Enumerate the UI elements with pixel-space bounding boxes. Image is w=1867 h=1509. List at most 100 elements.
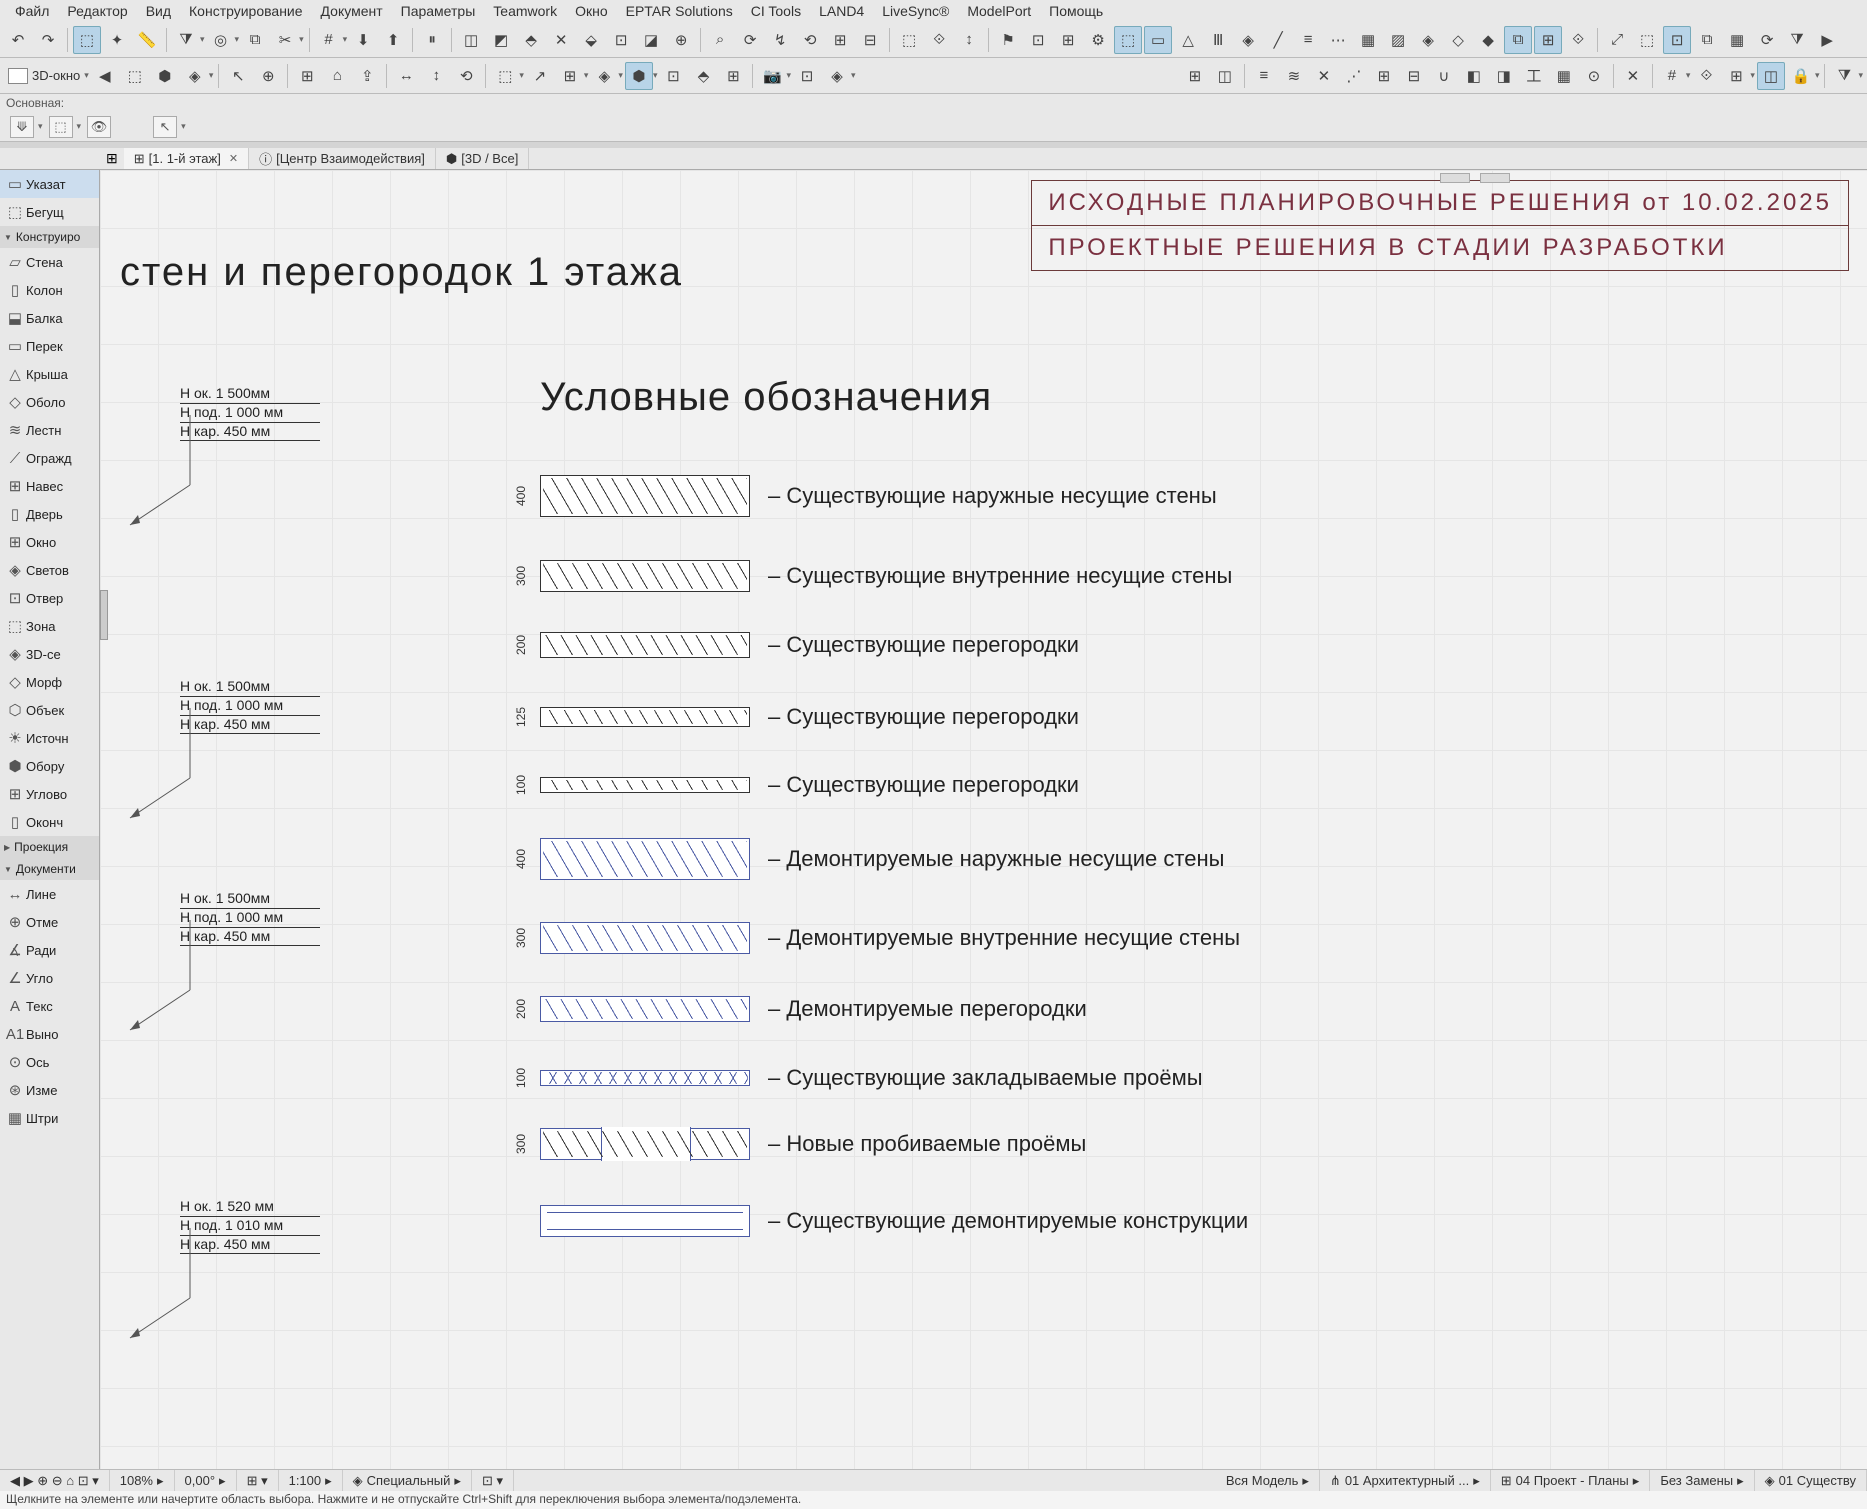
- tool-item-Отвер[interactable]: ⊡Отвер: [0, 584, 99, 612]
- right-p[interactable]: #: [1658, 62, 1686, 90]
- nav-section[interactable]: ◈: [181, 62, 209, 90]
- right-f[interactable]: ⋰: [1340, 62, 1368, 90]
- edit-n[interactable]: ⊡: [659, 62, 687, 90]
- menu-teamwork[interactable]: Teamwork: [484, 3, 566, 19]
- menu-livesync®[interactable]: LiveSync®: [873, 3, 958, 19]
- edit-g[interactable]: ↕: [422, 62, 450, 90]
- tool-an[interactable]: ⧉: [1693, 26, 1721, 54]
- tool-item-Окно[interactable]: ⊞Окно: [0, 528, 99, 556]
- tool-o[interactable]: ⬚: [895, 26, 923, 54]
- edit-p[interactable]: ⊞: [719, 62, 747, 90]
- tool-g[interactable]: ◪: [637, 26, 665, 54]
- undo-button[interactable]: ↶: [4, 26, 32, 54]
- tool-m[interactable]: ⊞: [826, 26, 854, 54]
- tool-group-Конструиро[interactable]: Конструиро: [0, 226, 99, 248]
- tool-w[interactable]: △: [1174, 26, 1202, 54]
- tool-ad[interactable]: ▨: [1384, 26, 1412, 54]
- tool-e[interactable]: ⬙: [577, 26, 605, 54]
- edit-k[interactable]: ⊞: [556, 62, 584, 90]
- right-t[interactable]: 🔒: [1787, 62, 1815, 90]
- right-r[interactable]: ⊞: [1722, 62, 1750, 90]
- tool-ar[interactable]: ▶: [1813, 26, 1841, 54]
- camera-icon[interactable]: 📷: [758, 62, 786, 90]
- nav-prev[interactable]: ◀: [91, 62, 119, 90]
- edit-d[interactable]: ⌂: [323, 62, 351, 90]
- tool-ac[interactable]: ▦: [1354, 26, 1382, 54]
- edit-m[interactable]: ⬢: [625, 62, 653, 90]
- menu-конструирование[interactable]: Конструирование: [180, 3, 312, 19]
- tool-ao[interactable]: ▦: [1723, 26, 1751, 54]
- tool-u[interactable]: ⬚: [1114, 26, 1142, 54]
- tab-1[interactable]: ⓘ[Центр Взаимодействия]: [249, 148, 436, 169]
- tool-j[interactable]: ⟳: [736, 26, 764, 54]
- sec-c[interactable]: 👁: [87, 116, 111, 138]
- tool-s[interactable]: ⊞: [1054, 26, 1082, 54]
- tool-item-Отме[interactable]: ⊕Отме: [0, 908, 99, 936]
- tool-item-3D-се[interactable]: ◈3D-се: [0, 640, 99, 668]
- tool-item-Изме[interactable]: ⊛Изме: [0, 1076, 99, 1104]
- right-q[interactable]: ⟐: [1692, 62, 1720, 90]
- edit-c[interactable]: ⊞: [293, 62, 321, 90]
- tool-f[interactable]: ⊡: [607, 26, 635, 54]
- menu-вид[interactable]: Вид: [137, 3, 180, 19]
- tab-close-icon[interactable]: ✕: [229, 152, 238, 165]
- tool-x[interactable]: Ⅲ: [1204, 26, 1232, 54]
- tool-z[interactable]: ╱: [1264, 26, 1292, 54]
- right-a[interactable]: ⊞: [1181, 62, 1209, 90]
- tool-ah[interactable]: ⧉: [1504, 26, 1532, 54]
- tool-item-Обору[interactable]: ⬢Обору: [0, 752, 99, 780]
- render-a[interactable]: ⊡: [793, 62, 821, 90]
- status-partial[interactable]: ⊡ ▾: [472, 1470, 514, 1491]
- status-layers[interactable]: ◈ Специальный ▸: [343, 1470, 472, 1491]
- tool-v[interactable]: ▭: [1144, 26, 1172, 54]
- tool-item-Колон[interactable]: ▯Колон: [0, 276, 99, 304]
- tool-item-Морф[interactable]: ◇Морф: [0, 668, 99, 696]
- tool-b[interactable]: ◩: [487, 26, 515, 54]
- edit-f[interactable]: ↔: [392, 62, 420, 90]
- tool-aj[interactable]: ⟐: [1564, 26, 1592, 54]
- tool-item-Оболо[interactable]: ◇Оболо: [0, 388, 99, 416]
- tool-aa[interactable]: ≡: [1294, 26, 1322, 54]
- tool-group-Документи[interactable]: Документи: [0, 858, 99, 880]
- tool-i[interactable]: ⌕: [706, 26, 734, 54]
- tool-suspend[interactable]: ⏸: [418, 26, 446, 54]
- menu-параметры[interactable]: Параметры: [392, 3, 485, 19]
- tool-gravity[interactable]: ⬇: [349, 26, 377, 54]
- tool-item-Бегущ[interactable]: ⬚Бегущ: [0, 198, 99, 226]
- tool-item-Навес[interactable]: ⊞Навес: [0, 472, 99, 500]
- tool-item-Лине[interactable]: ↔Лине: [0, 880, 99, 908]
- tool-ap[interactable]: ⟳: [1753, 26, 1781, 54]
- edit-e[interactable]: ⇪: [353, 62, 381, 90]
- edit-l[interactable]: ◈: [590, 62, 618, 90]
- right-s[interactable]: ◫: [1757, 62, 1785, 90]
- tool-item-Угло[interactable]: ∠Угло: [0, 964, 99, 992]
- view-mode-selector[interactable]: 3D-окно: [4, 68, 84, 84]
- tool-generic[interactable]: ⬚: [73, 26, 101, 54]
- menu-помощь[interactable]: Помощь: [1040, 3, 1112, 19]
- status-nav[interactable]: ◀ ▶ ⊕ ⊖ ⌂ ⊡ ▾: [0, 1470, 110, 1491]
- tab-0[interactable]: ⊞[1. 1-й этаж]✕: [124, 148, 249, 169]
- right-j[interactable]: ◧: [1460, 62, 1488, 90]
- status-v3[interactable]: ◈ 01 Существу: [1755, 1470, 1867, 1491]
- sec-a[interactable]: ⟱: [10, 116, 34, 138]
- right-i[interactable]: ∪: [1430, 62, 1458, 90]
- tool-item-Оконч[interactable]: ▯Оконч: [0, 808, 99, 836]
- menu-документ[interactable]: Документ: [312, 3, 392, 19]
- status-replace[interactable]: Без Замены ▸: [1650, 1470, 1754, 1491]
- right-c[interactable]: ≡: [1250, 62, 1278, 90]
- tool-item-Источн[interactable]: ☀Источн: [0, 724, 99, 752]
- tool-a[interactable]: ◫: [457, 26, 485, 54]
- tool-item-Крыша[interactable]: △Крыша: [0, 360, 99, 388]
- tool-item-Дверь[interactable]: ▯Дверь: [0, 500, 99, 528]
- right-l[interactable]: 工: [1520, 62, 1548, 90]
- status-v1[interactable]: ⋔ 01 Архитектурный ... ▸: [1320, 1470, 1491, 1491]
- tool-ae[interactable]: ◈: [1414, 26, 1442, 54]
- tool-item-Лестн[interactable]: ≋Лестн: [0, 416, 99, 444]
- tool-item-Огражд[interactable]: ⟋Огражд: [0, 444, 99, 472]
- tool-item-Текс[interactable]: AТекс: [0, 992, 99, 1020]
- edit-a[interactable]: ↖: [224, 62, 252, 90]
- tool-item-Светов[interactable]: ◈Светов: [0, 556, 99, 584]
- tool-guides[interactable]: ⧩: [172, 26, 200, 54]
- title-box[interactable]: ИСХОДНЫЕ ПЛАНИРОВОЧНЫЕ РЕШЕНИЯ от 10.02.…: [1031, 180, 1849, 271]
- menu-eptar solutions[interactable]: EPTAR Solutions: [617, 3, 742, 19]
